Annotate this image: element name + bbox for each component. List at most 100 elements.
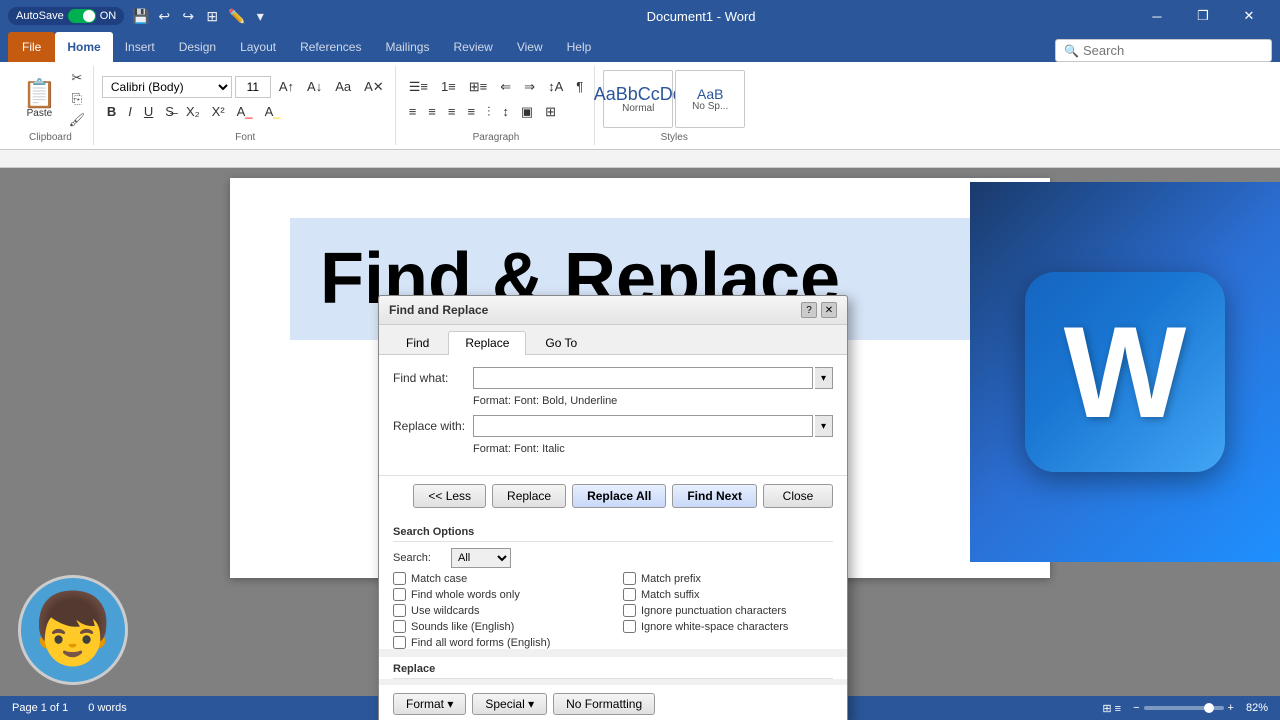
underline-button[interactable]: U (139, 101, 158, 123)
dialog-tab-find[interactable]: Find (389, 331, 446, 354)
font-shrink-button[interactable]: A↓ (302, 76, 327, 98)
replace-dropdown[interactable]: ▾ (815, 415, 833, 437)
find-next-button[interactable]: Find Next (672, 484, 757, 508)
align-right-button[interactable]: ≡ (443, 101, 461, 123)
search-select[interactable]: All (451, 548, 511, 568)
borders-button[interactable]: ⊞ (540, 101, 561, 123)
tab-help[interactable]: Help (555, 32, 604, 62)
clear-format-button[interactable]: A✕ (359, 76, 389, 98)
match-prefix-checkbox[interactable] (623, 572, 636, 585)
change-case-button[interactable]: Aa (330, 76, 356, 98)
word-count: 0 words (88, 702, 127, 714)
less-button[interactable]: << Less (413, 484, 486, 508)
undo-icon[interactable]: ↩ (156, 8, 172, 24)
align-center-button[interactable]: ≡ (423, 101, 441, 123)
replace-label: Replace with: (393, 419, 473, 433)
sounds-like-label: Sounds like (English) (411, 621, 514, 633)
tab-design[interactable]: Design (167, 32, 228, 62)
ignore-punct-checkbox[interactable] (623, 604, 636, 617)
dialog-tab-goto[interactable]: Go To (528, 331, 594, 354)
zoom-slider[interactable]: − + (1133, 702, 1234, 714)
no-formatting-button[interactable]: No Formatting (553, 693, 655, 715)
tab-file[interactable]: File (8, 32, 55, 62)
italic-button[interactable]: I (123, 101, 137, 123)
minimize-button[interactable]: ─ (1134, 0, 1180, 32)
font-color-button[interactable]: A_ (232, 101, 258, 123)
dialog-close-button[interactable]: ✕ (821, 302, 837, 318)
tab-mailings[interactable]: Mailings (373, 32, 441, 62)
font-row1: Calibri (Body) A↑ A↓ Aa A✕ (102, 76, 389, 98)
subscript-button[interactable]: X₂ (181, 101, 205, 123)
format-painter-icon[interactable]: 🖌 (67, 110, 87, 130)
autosave-toggle[interactable] (68, 9, 96, 23)
tab-layout[interactable]: Layout (228, 32, 288, 62)
line-spacing-button[interactable]: ↕ (497, 101, 514, 123)
tab-view[interactable]: View (505, 32, 555, 62)
tab-review[interactable]: Review (441, 32, 504, 62)
multilevel-button[interactable]: ⊞≡ (464, 76, 492, 98)
match-suffix-checkbox[interactable] (623, 588, 636, 601)
dialog-tabs: Find Replace Go To (379, 325, 847, 355)
search-wrap[interactable]: 🔍 (1055, 39, 1272, 62)
numbering-button[interactable]: 1≡ (436, 76, 461, 98)
justify-button[interactable]: ≡ (462, 101, 480, 123)
dialog-tab-replace[interactable]: Replace (448, 331, 526, 355)
whole-words-checkbox[interactable] (393, 588, 406, 601)
dialog-help-button[interactable]: ? (801, 302, 817, 318)
increase-indent-button[interactable]: ⇒ (519, 76, 540, 98)
decrease-indent-button[interactable]: ⇐ (495, 76, 516, 98)
paragraph-group: ☰≡ 1≡ ⊞≡ ⇐ ⇒ ↕A ¶ ≡ ≡ ≡ ≡ ⫶ ↕ (398, 66, 596, 145)
strikethrough-button[interactable]: S̶ (160, 101, 179, 123)
check-match-prefix: Match prefix (623, 572, 833, 585)
bullets-button[interactable]: ☰≡ (404, 76, 433, 98)
zoom-out-icon[interactable]: − (1133, 702, 1139, 714)
tab-references[interactable]: References (288, 32, 373, 62)
copy-icon[interactable]: ⎘ (67, 89, 87, 109)
find-dropdown[interactable]: ▾ (815, 367, 833, 389)
tab-insert[interactable]: Insert (113, 32, 167, 62)
style-normal[interactable]: AaBbCcDd Normal (603, 70, 673, 128)
align-left-button[interactable]: ≡ (404, 101, 422, 123)
font-size-input[interactable] (235, 76, 271, 98)
find-input[interactable] (473, 367, 813, 389)
redo-icon[interactable]: ↪ (180, 8, 196, 24)
autosave-badge[interactable]: AutoSave ON (8, 7, 124, 25)
cut-icon[interactable]: ✂ (67, 68, 87, 88)
all-forms-checkbox[interactable] (393, 636, 406, 649)
search-input[interactable] (1083, 43, 1263, 58)
sort-button[interactable]: ↕A (543, 76, 568, 98)
highlight-button[interactable]: A_ (260, 101, 286, 123)
tab-home[interactable]: Home (55, 32, 112, 62)
special-button[interactable]: Special ▾ (472, 693, 547, 715)
whole-words-label: Find whole words only (411, 589, 520, 601)
style-normal-preview: AaBbCcDd (594, 85, 683, 103)
restore-button[interactable]: ❐ (1180, 0, 1226, 32)
zoom-in-icon[interactable]: + (1228, 702, 1234, 714)
match-case-checkbox[interactable] (393, 572, 406, 585)
replace-all-button[interactable]: Replace All (572, 484, 666, 508)
style-nosp[interactable]: AaB No Sp... (675, 70, 745, 128)
close-button[interactable]: ✕ (1226, 0, 1272, 32)
font-name-select[interactable]: Calibri (Body) (102, 76, 232, 98)
font-grow-button[interactable]: A↑ (274, 76, 299, 98)
bold-button[interactable]: B (102, 101, 121, 123)
doc-row: Find & Replace Find and Replace ? ✕ Find… (0, 150, 1280, 720)
shading-button[interactable]: ▣ (516, 101, 538, 123)
wildcards-checkbox[interactable] (393, 604, 406, 617)
close-button[interactable]: Close (763, 484, 833, 508)
save-icon[interactable]: 💾 (132, 8, 148, 24)
show-hide-button[interactable]: ¶ (571, 76, 588, 98)
format-button[interactable]: Format ▾ (393, 693, 466, 715)
find-label: Find what: (393, 371, 473, 385)
customize-icon[interactable]: ✏️ (228, 8, 244, 24)
columns-button[interactable]: ⫶ (482, 101, 495, 123)
sounds-like-checkbox[interactable] (393, 620, 406, 633)
replace-button[interactable]: Replace (492, 484, 566, 508)
ignore-whitespace-checkbox[interactable] (623, 620, 636, 633)
replace-input[interactable] (473, 415, 813, 437)
superscript-button[interactable]: X² (207, 101, 230, 123)
paste-button[interactable]: 📋 Paste (14, 76, 65, 123)
print-layout-icon[interactable]: ⊞ (204, 8, 220, 24)
dropdown-icon[interactable]: ▾ (252, 8, 268, 24)
view-icons[interactable]: ⊞ ≡ (1102, 702, 1121, 715)
